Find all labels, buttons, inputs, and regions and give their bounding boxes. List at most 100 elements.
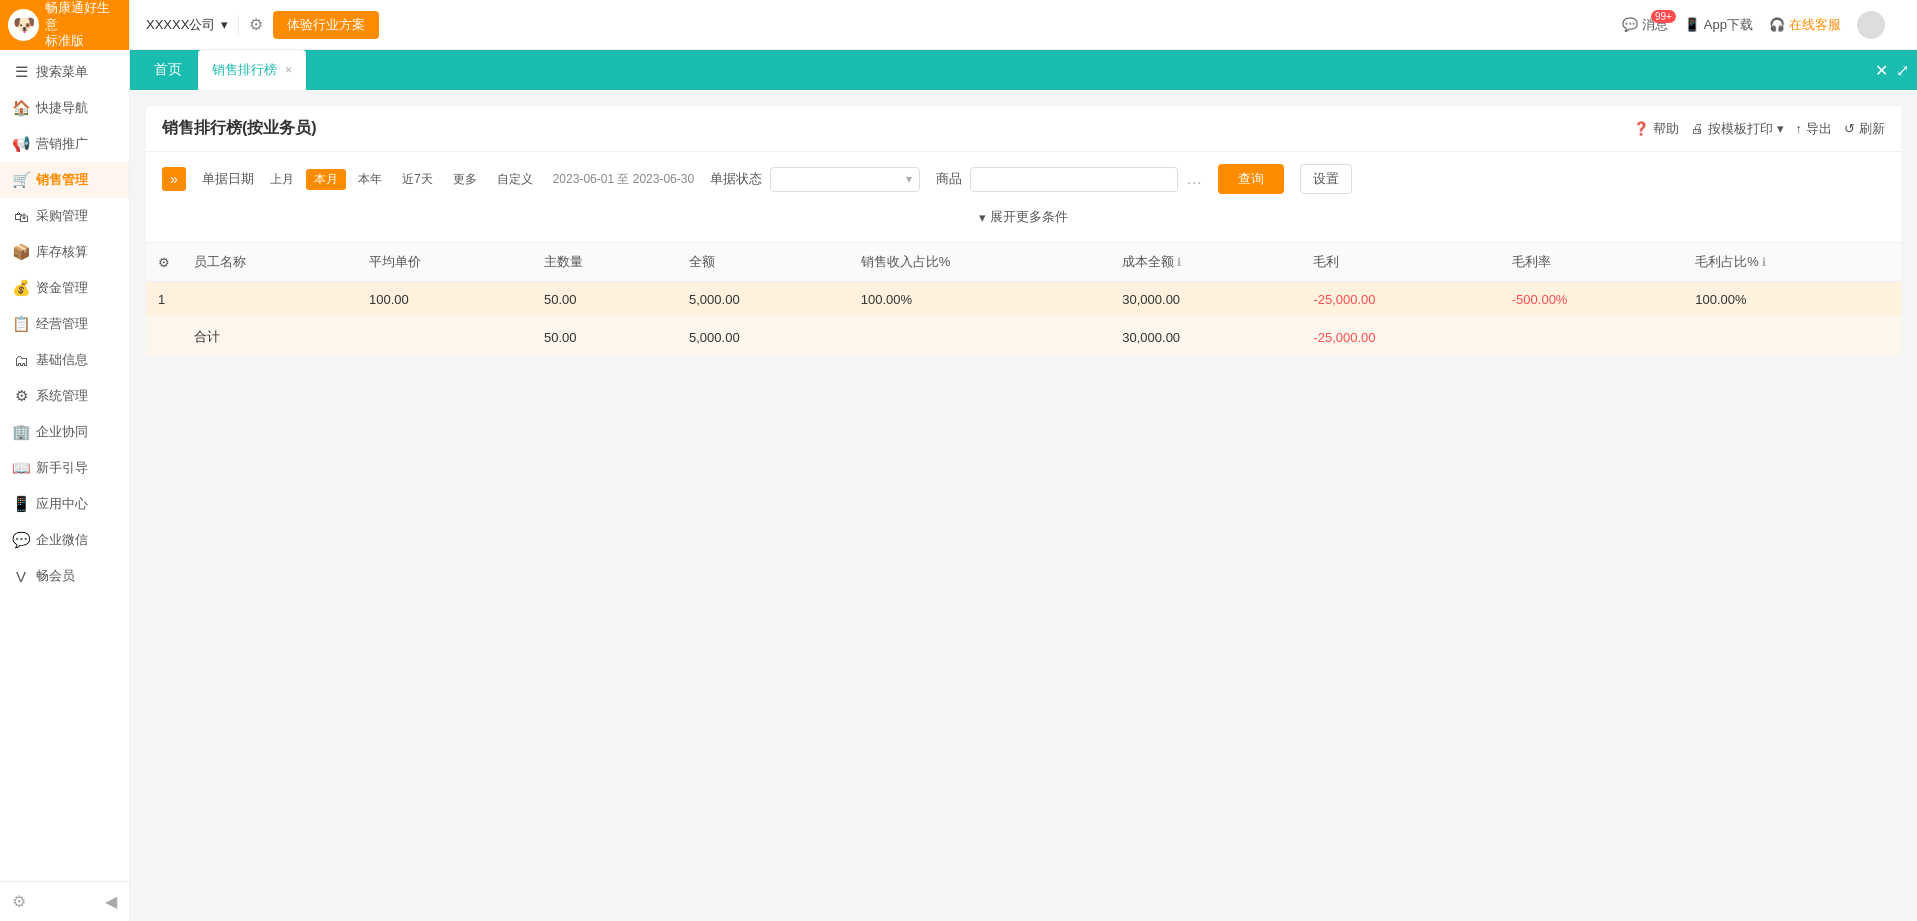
trial-btn[interactable]: 体验行业方案 bbox=[273, 11, 379, 39]
content: 销售排行榜(按业务员) ❓ 帮助 🖨 按模板打印 ▾ ↑ 导出 bbox=[130, 90, 1917, 921]
tab-close-icon[interactable]: × bbox=[285, 63, 292, 77]
date-tabs: 上月 本月 本年 近7天 更多 自定义 bbox=[262, 169, 541, 190]
msg-badge: 99+ bbox=[1651, 10, 1676, 23]
sidebar-item-member[interactable]: V 畅会员 bbox=[0, 558, 129, 594]
topbar-right: 💬 消息 99+ 📱 App下载 🎧 在线客服 bbox=[1622, 11, 1901, 39]
service-icon: 🎧 bbox=[1769, 17, 1785, 32]
profit-ratio-info-icon[interactable]: ℹ bbox=[1762, 256, 1766, 269]
print-btn[interactable]: 🖨 按模板打印 ▾ bbox=[1691, 120, 1784, 138]
tab-sales-ranking[interactable]: 销售排行榜 × bbox=[198, 50, 306, 90]
cell-profit-0: -25,000.00 bbox=[1301, 282, 1499, 318]
sidebar-item-quick-nav[interactable]: 🏠 快捷导航 bbox=[0, 90, 129, 126]
col-settings: ⚙ bbox=[146, 243, 182, 282]
footer-profit-rate bbox=[1500, 318, 1683, 357]
expand-more-btn[interactable]: ▾ 展开更多条件 bbox=[971, 204, 1076, 230]
msg-icon: 💬 bbox=[1622, 17, 1638, 32]
refresh-btn[interactable]: ↺ 刷新 bbox=[1844, 120, 1885, 138]
date-tab-this-month[interactable]: 本月 bbox=[306, 169, 346, 190]
sidebar-label-wechat: 企业微信 bbox=[36, 531, 88, 549]
footer-profit-ratio bbox=[1683, 318, 1901, 357]
filter-area: » 单据日期 上月 本月 本年 近7天 更多 自定义 2023-06-01 至 … bbox=[146, 152, 1901, 243]
date-tab-this-year[interactable]: 本年 bbox=[350, 169, 390, 190]
sidebar-label-sales: 销售管理 bbox=[36, 171, 88, 189]
sidebar-label-enterprise: 企业协同 bbox=[36, 423, 88, 441]
sidebar-label-operations: 经营管理 bbox=[36, 315, 88, 333]
goods-input[interactable] bbox=[970, 167, 1178, 192]
sidebar-icon-member: V bbox=[12, 568, 30, 585]
help-btn[interactable]: ❓ 帮助 bbox=[1633, 120, 1679, 138]
tab-home[interactable]: 首页 bbox=[138, 50, 198, 90]
sidebar-item-purchase[interactable]: 🛍 采购管理 bbox=[0, 198, 129, 234]
settings-btn[interactable]: 设置 bbox=[1300, 164, 1352, 194]
sidebar-item-inventory[interactable]: 📦 库存核算 bbox=[0, 234, 129, 270]
logo-icon: 🐶 bbox=[8, 9, 39, 41]
col-sales-ratio: 销售收入占比% bbox=[849, 243, 1110, 282]
col-profit-ratio: 毛利占比%ℹ bbox=[1683, 243, 1901, 282]
export-btn[interactable]: ↑ 导出 bbox=[1796, 120, 1833, 138]
main: XXXXX公司 ▾ ⚙ 体验行业方案 💬 消息 99+ 📱 App下载 🎧 在线… bbox=[130, 0, 1917, 921]
table-footer-row: 合计 50.00 5,000.00 30,000.00 -25,000.00 bbox=[146, 318, 1901, 357]
sidebar-item-search-order[interactable]: ☰ 搜索菜单 bbox=[0, 54, 129, 90]
cost-info-icon[interactable]: ℹ bbox=[1177, 256, 1181, 269]
sidebar-icon-guide: 📖 bbox=[12, 459, 30, 477]
goods-ellipsis-btn[interactable]: … bbox=[1186, 170, 1202, 188]
cell-avg-price-0: 100.00 bbox=[357, 282, 532, 318]
sidebar-item-finance[interactable]: 💰 资金管理 bbox=[0, 270, 129, 306]
sidebar-label-marketing: 营销推广 bbox=[36, 135, 88, 153]
collapse-icon[interactable]: ◀ bbox=[105, 892, 117, 911]
date-tab-prev-month[interactable]: 上月 bbox=[262, 169, 302, 190]
filter-collapse-btn[interactable]: » bbox=[162, 167, 186, 191]
cell-qty-0: 50.00 bbox=[532, 282, 677, 318]
sidebar-item-base-info[interactable]: 🗂 基础信息 bbox=[0, 342, 129, 378]
sidebar-icon-enterprise: 🏢 bbox=[12, 423, 30, 441]
query-btn[interactable]: 查询 bbox=[1218, 164, 1284, 194]
cell-sales-ratio-0: 100.00% bbox=[849, 282, 1110, 318]
table-row: 1 100.00 50.00 5,000.00 100.00% 30,000.0… bbox=[146, 282, 1901, 318]
date-tab-custom[interactable]: 自定义 bbox=[489, 169, 541, 190]
status-select-wrap bbox=[770, 167, 920, 192]
footer-profit: -25,000.00 bbox=[1301, 318, 1499, 357]
sidebar-item-app-center[interactable]: 📱 应用中心 bbox=[0, 486, 129, 522]
cell-cost-0: 30,000.00 bbox=[1110, 282, 1301, 318]
date-tab-more[interactable]: 更多 bbox=[445, 169, 485, 190]
sidebar-bottom: ⚙ ◀ bbox=[0, 881, 129, 921]
company-selector[interactable]: XXXXX公司 ▾ bbox=[146, 16, 228, 34]
col-profit-rate: 毛利率 bbox=[1500, 243, 1683, 282]
topbar-divider bbox=[238, 15, 239, 35]
company-dropdown-icon: ▾ bbox=[221, 17, 228, 32]
sidebar-item-system[interactable]: ⚙ 系统管理 bbox=[0, 378, 129, 414]
date-tab-last7[interactable]: 近7天 bbox=[394, 169, 441, 190]
sidebar-item-guide[interactable]: 📖 新手引导 bbox=[0, 450, 129, 486]
tabbar-right: ✕ ⤢ bbox=[1875, 61, 1909, 80]
sidebar-label-quick-nav: 快捷导航 bbox=[36, 99, 88, 117]
cell-rank-0: 1 bbox=[146, 282, 182, 318]
msg-btn[interactable]: 💬 消息 99+ bbox=[1622, 16, 1668, 34]
topbar-settings-icon[interactable]: ⚙ bbox=[249, 15, 263, 34]
cell-amount-0: 5,000.00 bbox=[677, 282, 849, 318]
online-service-btn[interactable]: 🎧 在线客服 bbox=[1769, 16, 1841, 34]
sidebar-item-enterprise[interactable]: 🏢 企业协同 bbox=[0, 414, 129, 450]
sidebar-logo: 🐶 畅康通好生意 标准版 bbox=[0, 0, 129, 50]
cell-name-0 bbox=[182, 282, 357, 318]
settings-icon[interactable]: ⚙ bbox=[12, 892, 26, 911]
topbar: XXXXX公司 ▾ ⚙ 体验行业方案 💬 消息 99+ 📱 App下载 🎧 在线… bbox=[130, 0, 1917, 50]
cell-profit-ratio-0: 100.00% bbox=[1683, 282, 1901, 318]
company-name: XXXXX公司 bbox=[146, 16, 215, 34]
col-settings-icon[interactable]: ⚙ bbox=[158, 255, 170, 270]
app-download-btn[interactable]: 📱 App下载 bbox=[1684, 16, 1753, 34]
avatar[interactable] bbox=[1857, 11, 1885, 39]
sidebar-item-sales[interactable]: 🛒 销售管理 bbox=[0, 162, 129, 198]
tab-close-window-icon[interactable]: ✕ bbox=[1875, 61, 1888, 80]
status-select[interactable] bbox=[770, 167, 920, 192]
tab-expand-icon[interactable]: ⤢ bbox=[1896, 61, 1909, 80]
sidebar-label-base-info: 基础信息 bbox=[36, 351, 88, 369]
date-range: 2023-06-01 至 2023-06-30 bbox=[553, 171, 694, 188]
sidebar-item-operations[interactable]: 📋 经营管理 bbox=[0, 306, 129, 342]
table-wrap: ⚙ 员工名称 平均单价 主数量 全额 销售收入占比% 成本全额ℹ bbox=[146, 243, 1901, 356]
sidebar-icon-sales: 🛒 bbox=[12, 171, 30, 189]
expand-icon: ▾ bbox=[979, 210, 986, 225]
sidebar-icon-purchase: 🛍 bbox=[12, 208, 30, 225]
goods-label: 商品 bbox=[936, 170, 962, 188]
sidebar-item-wechat[interactable]: 💬 企业微信 bbox=[0, 522, 129, 558]
sidebar-item-marketing[interactable]: 📢 营销推广 bbox=[0, 126, 129, 162]
